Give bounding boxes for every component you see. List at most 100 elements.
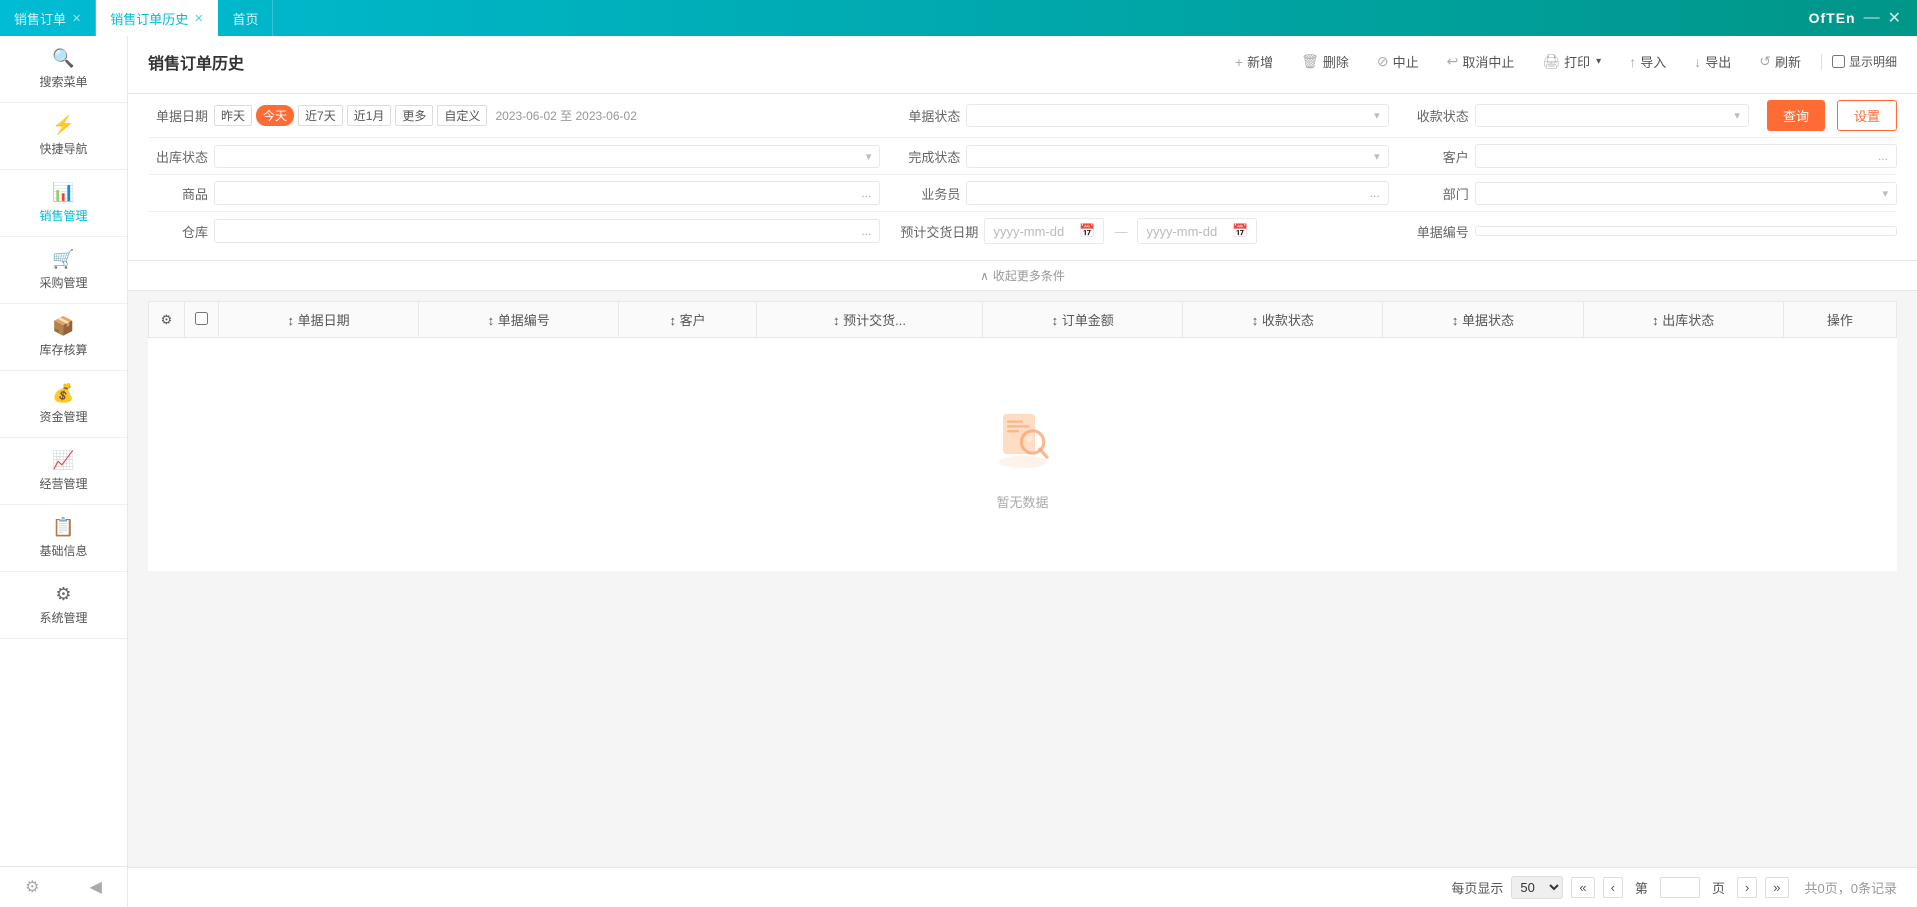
warehouse-label: 仓库 [148,222,208,241]
delivery-date-to-input[interactable]: yyyy-mm-dd [1146,224,1228,239]
outbound-box[interactable]: ▾ [214,145,880,168]
calendar-from-icon[interactable]: 📅 [1079,223,1095,239]
next-page-button[interactable]: › [1737,877,1757,898]
bill-status-box[interactable]: ▾ [966,104,1388,127]
delete-button[interactable]: 🗑 删除 [1291,48,1359,75]
filter-delivery-date-item: 预计交货日期 yyyy-mm-dd 📅 — yyyy-mm-dd 📅 [900,218,1388,244]
cancel-stop-button[interactable]: ↩ 取消中止 [1437,48,1525,75]
close-window-icon[interactable]: ✕ [1888,8,1901,28]
sidebar-icon-operations-mgmt: 📈 [52,450,74,471]
collapse-bar[interactable]: ∧ 收起更多条件 [128,261,1917,291]
sidebar-item-purchase-mgmt[interactable]: 🛒 采购管理 [0,237,127,304]
receipt-status-box[interactable]: ▾ [1475,104,1749,127]
tab-close-sales-order-history[interactable]: ✕ [194,12,203,25]
top-bar: 销售订单✕销售订单历史✕首页 OfTEn — ✕ [0,0,1917,36]
date-btn-昨天[interactable]: 昨天 [214,105,252,126]
delivery-date-to[interactable]: yyyy-mm-dd 📅 [1137,218,1257,244]
show-detail-checkbox[interactable] [1832,55,1845,68]
sidebar-settings-icon[interactable]: ⚙ [25,877,39,897]
receipt-status-arrow: ▾ [1734,109,1740,122]
import-button[interactable]: ↑ 导入 [1619,48,1676,75]
delivery-date-from[interactable]: yyyy-mm-dd 📅 [984,218,1104,244]
set-button[interactable]: 设置 [1837,100,1897,131]
th-no[interactable]: ↕ 单据编号 [419,302,619,338]
th-customer[interactable]: ↕ 客户 [619,302,757,338]
tab-close-sales-order[interactable]: ✕ [72,12,81,25]
tab-label-sales-order-history: 销售订单历史 [110,9,188,28]
settings-icon[interactable]: ⚙ [161,312,173,327]
sidebar-item-inventory-check[interactable]: 📦 库存核算 [0,304,127,371]
print-button[interactable]: 🖨 打印▾ [1532,48,1611,75]
customer-more[interactable]: ... [1878,149,1888,163]
orderno-box[interactable] [1475,226,1897,236]
sidebar-item-system-mgmt[interactable]: ⚙ 系统管理 [0,572,127,639]
page-number-input[interactable]: 1 [1660,877,1700,898]
customer-box[interactable]: ... [1475,144,1897,168]
th-outbound-status[interactable]: ↕ 出库状态 [1583,302,1783,338]
total-text: 共0页，0条记录 [1805,878,1897,897]
date-btn-近1月[interactable]: 近1月 [347,105,392,126]
refresh-button[interactable]: ↺ 刷新 [1749,48,1811,75]
import-btn-label: 导入 [1640,52,1666,71]
warehouse-more[interactable]: ... [861,224,871,238]
sidebar-icon-fund-mgmt: 💰 [52,383,74,404]
completion-arrow: ▾ [1374,150,1380,163]
cancel-stop-btn-label: 取消中止 [1462,52,1514,71]
th-checkbox[interactable] [185,302,219,338]
th-receipt-status[interactable]: ↕ 收款状态 [1183,302,1383,338]
outbound-arrow: ▾ [866,150,872,163]
sidebar-collapse-icon[interactable]: ◀ [90,877,102,897]
bill-status-arrow: ▾ [1374,109,1380,122]
warehouse-box[interactable]: ... [214,219,880,243]
new-button[interactable]: + 新增 [1225,48,1283,75]
date-btn-今天[interactable]: 今天 [256,105,294,126]
prev-page-button[interactable]: ‹ [1603,877,1623,898]
salesperson-box[interactable]: ... [966,181,1388,205]
date-btn-自定义[interactable]: 自定义 [437,105,487,126]
customer-label: 客户 [1409,147,1469,166]
product-box[interactable]: ... [214,181,880,205]
minimize-icon[interactable]: — [1864,9,1880,27]
sidebar-item-sales-mgmt[interactable]: 📊 销售管理 [0,170,127,237]
select-all-checkbox[interactable] [195,312,208,325]
th-date[interactable]: ↕ 单据日期 [219,302,419,338]
date-btn-更多[interactable]: 更多 [395,105,433,126]
date-btn-近7天[interactable]: 近7天 [298,105,343,126]
tab-home[interactable]: 首页 [218,0,273,36]
sidebar-item-search-menu[interactable]: 🔍 搜索菜单 [0,36,127,103]
tab-label-sales-order: 销售订单 [14,9,66,28]
sidebar-item-basic-info[interactable]: 📋 基础信息 [0,505,127,572]
query-button[interactable]: 查询 [1767,100,1825,131]
th-amount[interactable]: ↕ 订单金额 [983,302,1183,338]
th-action-label: 操作 [1827,313,1853,328]
filter-row-1: 单据日期 昨天今天近7天近1月更多自定义 2023-06-02 至 2023-0… [148,94,1897,138]
stop-button[interactable]: ⊘ 中止 [1367,48,1429,75]
refresh-btn-label: 刷新 [1775,52,1801,71]
th-delivery[interactable]: ↕ 预计交货... [756,302,982,338]
tab-sales-order[interactable]: 销售订单 ✕ [0,0,96,36]
completion-box[interactable]: ▾ [966,145,1388,168]
th-bill-status[interactable]: ↕ 单据状态 [1383,302,1583,338]
print-btn-arrow: ▾ [1596,56,1601,67]
product-more[interactable]: ... [861,186,871,200]
last-page-button[interactable]: » [1765,877,1788,898]
first-page-button[interactable]: « [1571,877,1594,898]
export-button[interactable]: ↓ 导出 [1684,48,1741,75]
toolbar-divider [1821,54,1822,70]
sidebar-item-operations-mgmt[interactable]: 📈 经营管理 [0,438,127,505]
calendar-to-icon[interactable]: 📅 [1232,223,1248,239]
sidebar-label-inventory-check: 库存核算 [39,341,87,358]
sidebar-item-fund-mgmt[interactable]: 💰 资金管理 [0,371,127,438]
salesperson-more[interactable]: ... [1370,186,1380,200]
cancel-stop-btn-icon: ↩ [1447,53,1459,70]
tab-label-home: 首页 [232,9,258,28]
th-settings[interactable]: ⚙ [149,302,185,338]
department-label: 部门 [1409,184,1469,203]
department-box[interactable]: ▾ [1475,182,1897,205]
delivery-date-from-input[interactable]: yyyy-mm-dd [993,224,1075,239]
tab-sales-order-history[interactable]: 销售订单历史 ✕ [96,0,218,36]
sidebar-item-quick-nav[interactable]: ⚡ 快捷导航 [0,103,127,170]
page-size-select[interactable]: 102050100 [1511,876,1563,899]
sidebar-label-fund-mgmt: 资金管理 [39,408,87,425]
delete-btn-label: 删除 [1323,52,1349,71]
